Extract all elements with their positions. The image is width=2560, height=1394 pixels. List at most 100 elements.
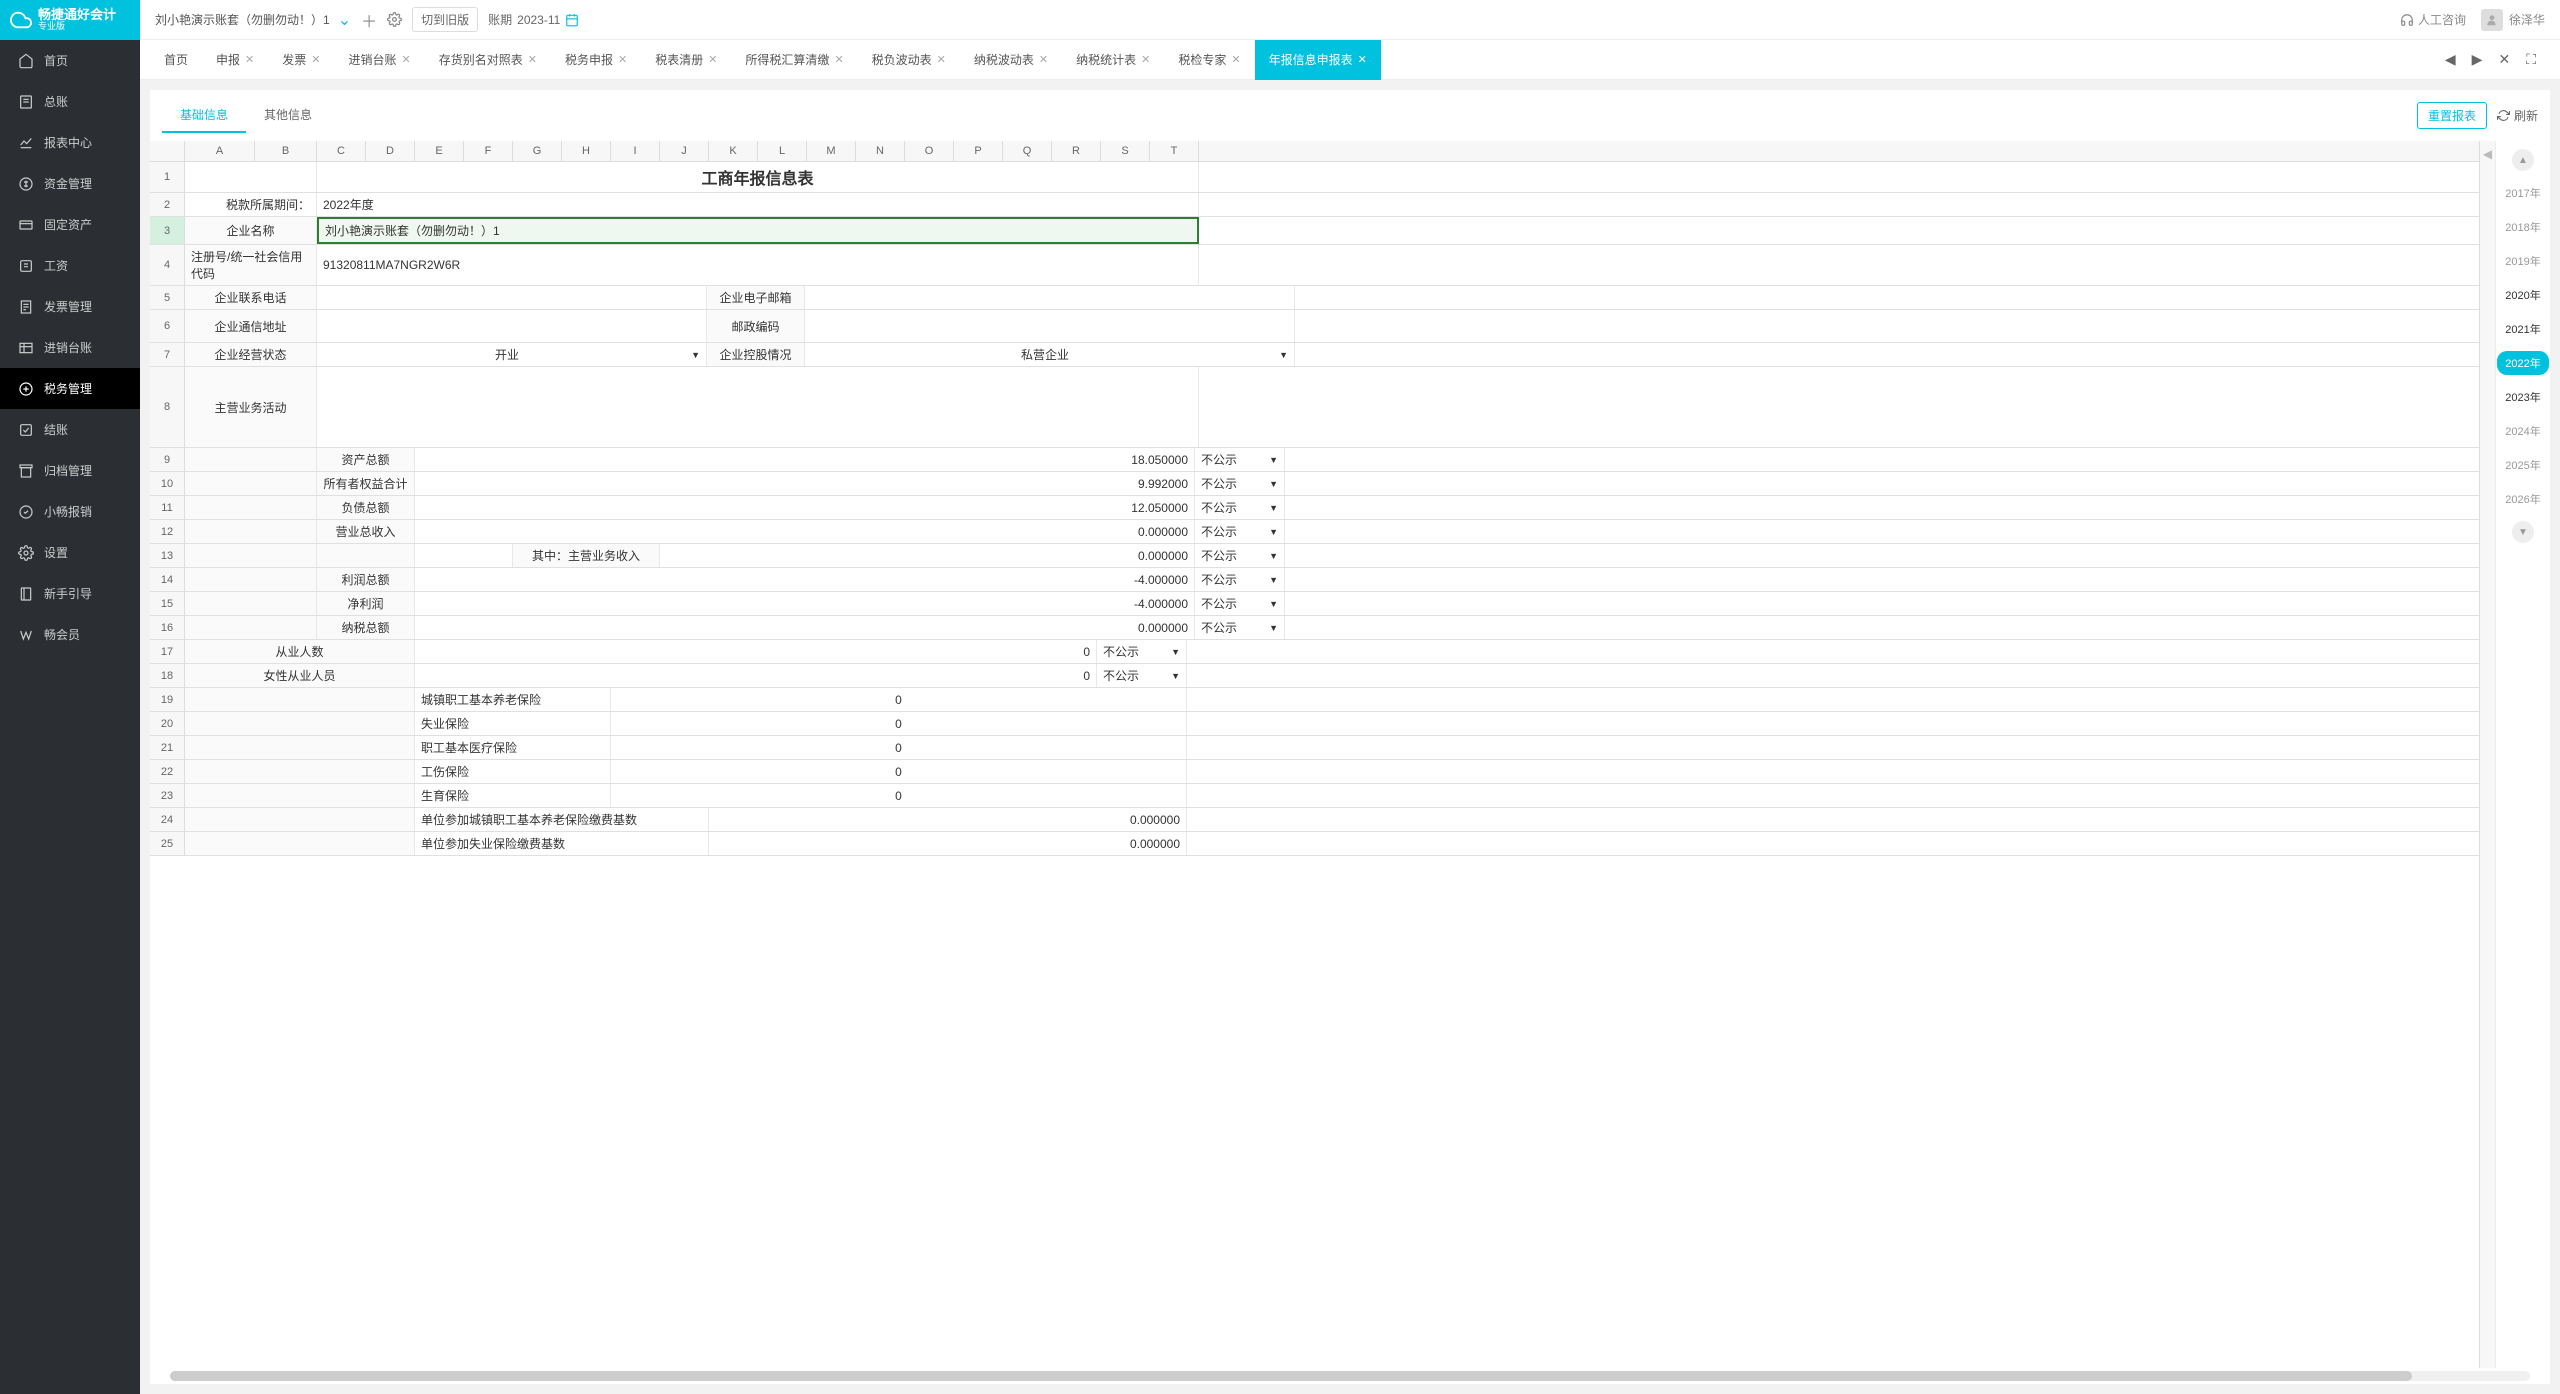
col-header[interactable]: H: [562, 141, 611, 161]
tab-2[interactable]: 发票✕: [268, 40, 334, 80]
row-header[interactable]: 22: [150, 760, 185, 783]
tab-close-icon[interactable]: ✕: [245, 53, 254, 66]
tab-close-icon[interactable]: ✕: [528, 53, 537, 66]
base-value[interactable]: 0.000000: [709, 832, 1187, 855]
asset-value[interactable]: 18.050000: [415, 448, 1195, 471]
year-down-icon[interactable]: ▼: [2512, 521, 2534, 543]
tab-9[interactable]: 纳税波动表✕: [960, 40, 1062, 80]
sidebar-item-3[interactable]: 资金管理: [0, 163, 140, 204]
row-header[interactable]: 13: [150, 544, 185, 567]
phone-input[interactable]: [317, 286, 707, 309]
publicity-select[interactable]: 不公示▼: [1195, 568, 1285, 591]
row-header[interactable]: 21: [150, 736, 185, 759]
account-selector[interactable]: 刘小艳演示账套（勿删勿动！）1 ⌄: [155, 10, 351, 30]
row-header[interactable]: 12: [150, 520, 185, 543]
year-up-icon[interactable]: ▲: [2512, 149, 2534, 171]
tab-close-icon[interactable]: ✕: [402, 53, 411, 66]
publicity-select[interactable]: 不公示▼: [1195, 592, 1285, 615]
tab-8[interactable]: 税负波动表✕: [858, 40, 960, 80]
tab-close-icon[interactable]: ✕: [1141, 53, 1150, 66]
year-item[interactable]: 2025年: [2497, 453, 2548, 477]
tab-close-icon[interactable]: ✕: [618, 53, 627, 66]
col-header[interactable]: G: [513, 141, 562, 161]
col-header[interactable]: O: [905, 141, 954, 161]
row-header[interactable]: 16: [150, 616, 185, 639]
base-value[interactable]: 0.000000: [709, 808, 1187, 831]
tab-prev-icon[interactable]: ◀: [2441, 47, 2460, 72]
switch-old-button[interactable]: 切到旧版: [412, 7, 478, 32]
tab-6[interactable]: 税表清册✕: [641, 40, 731, 80]
tab-close-icon[interactable]: ✕: [311, 53, 320, 66]
tab-close-all-icon[interactable]: ✕: [2494, 47, 2514, 72]
tab-close-icon[interactable]: ✕: [937, 53, 946, 66]
status-select[interactable]: 开业▼: [317, 343, 707, 366]
year-item[interactable]: 2017年: [2497, 181, 2548, 205]
row-header[interactable]: 24: [150, 808, 185, 831]
sidebar-item-13[interactable]: 新手引导: [0, 573, 140, 614]
col-header[interactable]: B: [255, 141, 317, 161]
tab-close-icon[interactable]: ✕: [834, 53, 843, 66]
row-header[interactable]: 2: [150, 193, 185, 216]
tab-5[interactable]: 税务申报✕: [551, 40, 641, 80]
col-header[interactable]: J: [660, 141, 709, 161]
col-header[interactable]: I: [611, 141, 660, 161]
row-header[interactable]: 9: [150, 448, 185, 471]
publicity-select[interactable]: 不公示▼: [1195, 496, 1285, 519]
inner-tab-other[interactable]: 其他信息: [246, 98, 330, 133]
asset-value[interactable]: 9.992000: [415, 472, 1195, 495]
email-input[interactable]: [805, 286, 1295, 309]
row-header[interactable]: 19: [150, 688, 185, 711]
row-header[interactable]: 23: [150, 784, 185, 807]
sidebar-item-11[interactable]: 小畅报销: [0, 491, 140, 532]
publicity-select[interactable]: 不公示▼: [1097, 640, 1187, 663]
tab-1[interactable]: 申报✕: [202, 40, 268, 80]
row-header[interactable]: 7: [150, 343, 185, 366]
asset-value[interactable]: -4.000000: [415, 592, 1195, 615]
col-header[interactable]: F: [464, 141, 513, 161]
row-header[interactable]: 14: [150, 568, 185, 591]
sidebar-item-4[interactable]: 固定资产: [0, 204, 140, 245]
user-name[interactable]: 徐泽华: [2509, 11, 2545, 28]
asset-value[interactable]: 0.000000: [415, 616, 1195, 639]
spreadsheet[interactable]: ABCDEFGHIJKLMNOPQRST 1工商年报信息表2税款所属期间：202…: [150, 141, 2479, 1368]
row-header[interactable]: 18: [150, 664, 185, 687]
year-item[interactable]: 2023年: [2497, 385, 2548, 409]
insurance-value[interactable]: 0: [611, 688, 1187, 711]
tab-4[interactable]: 存货别名对照表✕: [425, 40, 551, 80]
gear-icon[interactable]: [387, 12, 402, 27]
year-item[interactable]: 2022年: [2497, 351, 2548, 375]
col-header[interactable]: P: [954, 141, 1003, 161]
support-link[interactable]: 人工咨询: [2400, 11, 2466, 28]
year-item[interactable]: 2024年: [2497, 419, 2548, 443]
holding-select[interactable]: 私营企业▼: [805, 343, 1295, 366]
publicity-select[interactable]: 不公示▼: [1097, 664, 1187, 687]
insurance-value[interactable]: 0: [611, 760, 1187, 783]
col-header[interactable]: D: [366, 141, 415, 161]
row-header[interactable]: 5: [150, 286, 185, 309]
row-header[interactable]: 20: [150, 712, 185, 735]
insurance-value[interactable]: 0: [611, 784, 1187, 807]
row-header[interactable]: 4: [150, 245, 185, 285]
sidebar-item-12[interactable]: 设置: [0, 532, 140, 573]
col-header[interactable]: R: [1052, 141, 1101, 161]
year-item[interactable]: 2026年: [2497, 487, 2548, 511]
avatar[interactable]: [2481, 9, 2503, 31]
col-header[interactable]: S: [1101, 141, 1150, 161]
year-item[interactable]: 2021年: [2497, 317, 2548, 341]
col-header[interactable]: T: [1150, 141, 1199, 161]
asset-value[interactable]: 0.000000: [415, 520, 1195, 543]
sidebar-item-5[interactable]: 工资: [0, 245, 140, 286]
asset-value[interactable]: 0.000000: [660, 544, 1195, 567]
year-item[interactable]: 2019年: [2497, 249, 2548, 273]
col-header[interactable]: Q: [1003, 141, 1052, 161]
calendar-icon[interactable]: [565, 13, 579, 27]
sidebar-item-14[interactable]: 畅会员: [0, 614, 140, 655]
tab-0[interactable]: 首页: [150, 40, 202, 80]
tab-3[interactable]: 进销台账✕: [334, 40, 424, 80]
sidebar-item-1[interactable]: 总账: [0, 81, 140, 122]
row-header[interactable]: 25: [150, 832, 185, 855]
col-header[interactable]: L: [758, 141, 807, 161]
row-header[interactable]: 11: [150, 496, 185, 519]
sidebar-item-10[interactable]: 归档管理: [0, 450, 140, 491]
inner-tab-basic[interactable]: 基础信息: [162, 98, 246, 133]
